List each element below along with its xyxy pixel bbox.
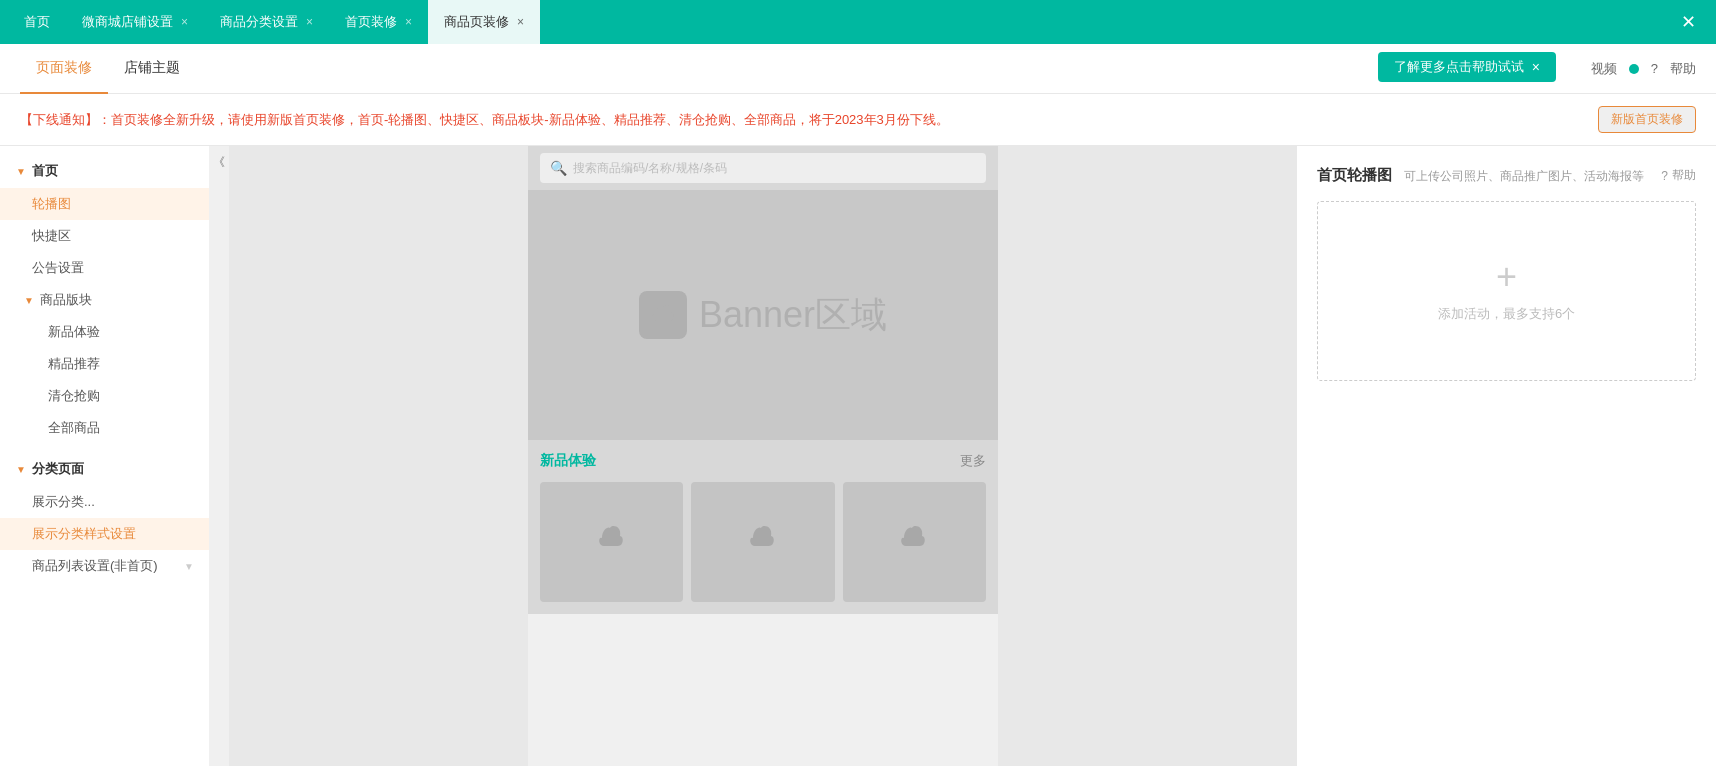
tab-bar: 首页 微商城店铺设置 × 商品分类设置 × 首页装修 × 商品页装修 × ✕ — [0, 0, 1716, 44]
dot-icon — [1629, 64, 1639, 74]
home-arrow-icon: ▼ — [16, 166, 26, 177]
phone-preview: 🔍 搜索商品编码/名称/规格/条码 Banner区域 — [528, 146, 998, 766]
main-layout: ▼ 首页 轮播图 快捷区 公告设置 ▼ 商品版块 新品体验 精品推荐 — [0, 146, 1716, 766]
help-icon: ? — [1651, 61, 1658, 76]
product-card-icon-1 — [592, 518, 632, 566]
sidebar-section-home[interactable]: ▼ 首页 — [0, 154, 210, 188]
product-list-arrow-icon: ▼ — [184, 561, 194, 572]
tab-product-category-close[interactable]: × — [306, 15, 313, 29]
tab-product-decor-close[interactable]: × — [517, 15, 524, 29]
tab-product-decor[interactable]: 商品页装修 × — [428, 0, 540, 44]
right-panel-title: 首页轮播图 — [1317, 166, 1392, 183]
sidebar-subsection-product-block[interactable]: ▼ 商品版块 — [0, 284, 210, 316]
right-panel-header: 首页轮播图 可上传公司照片、商品推广图片、活动海报等 ? 帮助 — [1317, 166, 1696, 185]
product-section: 新品体验 更多 — [528, 440, 998, 614]
sidebar-item-announcement[interactable]: 公告设置 — [0, 252, 210, 284]
product-section-title: 新品体验 — [540, 452, 596, 470]
sub-tab-page-decor[interactable]: 页面装修 — [20, 44, 108, 94]
right-panel-help[interactable]: ? 帮助 — [1661, 167, 1696, 184]
banner-brand-icon — [639, 291, 687, 339]
collapse-icon: 《 — [213, 154, 225, 171]
help-circle-icon: ? — [1661, 169, 1668, 183]
notice-bar: 【下线通知】：首页装修全新升级，请使用新版首页装修，首页-轮播图、快捷区、商品板… — [0, 94, 1716, 146]
add-banner-box[interactable]: + 添加活动，最多支持6个 — [1317, 201, 1696, 381]
sidebar-item-carousel[interactable]: 轮播图 — [0, 188, 210, 220]
help-banner-text: 了解更多点击帮助试试 — [1394, 58, 1524, 76]
sidebar-item-show-category[interactable]: 展示分类... — [0, 486, 210, 518]
banner-label: Banner区域 — [639, 291, 887, 340]
sub-tab-store-theme[interactable]: 店铺主题 — [108, 44, 196, 94]
product-card-1 — [540, 482, 683, 602]
tab-home-decor-close[interactable]: × — [405, 15, 412, 29]
help-banner-close[interactable]: × — [1532, 59, 1540, 75]
tab-home[interactable]: 首页 — [8, 0, 66, 44]
help-right-label[interactable]: 帮助 — [1670, 60, 1696, 78]
right-panel-title-group: 首页轮播图 可上传公司照片、商品推广图片、活动海报等 — [1317, 166, 1644, 185]
sidebar-item-all-products[interactable]: 全部商品 — [0, 412, 210, 444]
help-banner: 了解更多点击帮助试试 × — [1378, 52, 1556, 82]
product-card-icon-3 — [894, 518, 934, 566]
tab-product-category[interactable]: 商品分类设置 × — [204, 0, 329, 44]
sidebar-collapse-button[interactable]: 《 — [209, 146, 229, 766]
sidebar-item-new-exp[interactable]: 新品体验 — [0, 316, 210, 348]
sidebar: ▼ 首页 轮播图 快捷区 公告设置 ▼ 商品版块 新品体验 精品推荐 — [0, 146, 230, 766]
add-plus-icon: + — [1496, 259, 1517, 295]
product-block-arrow-icon: ▼ — [24, 295, 34, 306]
sub-tab-bar: 页面装修 店铺主题 了解更多点击帮助试试 × 视频 ? 帮助 — [0, 44, 1716, 94]
sidebar-item-shortcuts[interactable]: 快捷区 — [0, 220, 210, 252]
sub-tab-right: 视频 ? 帮助 — [1591, 60, 1696, 78]
window-close-button[interactable]: ✕ — [1669, 11, 1708, 33]
tab-store-settings[interactable]: 微商城店铺设置 × — [66, 0, 204, 44]
center-preview: 🔍 搜索商品编码/名称/规格/条码 Banner区域 — [230, 146, 1296, 766]
product-card-icon-2 — [743, 518, 783, 566]
sidebar-item-featured[interactable]: 精品推荐 — [0, 348, 210, 380]
banner-area[interactable]: Banner区域 — [528, 190, 998, 440]
search-icon: 🔍 — [550, 160, 567, 176]
product-section-header: 新品体验 更多 — [540, 452, 986, 470]
product-grid — [540, 482, 986, 602]
preview-search-bar: 🔍 搜索商品编码/名称/规格/条码 — [528, 146, 998, 190]
right-panel-subtitle: 可上传公司照片、商品推广图片、活动海报等 — [1404, 169, 1644, 183]
sidebar-item-category-style[interactable]: 展示分类样式设置 — [0, 518, 210, 550]
sidebar-item-product-list[interactable]: 商品列表设置(非首页) ▼ — [0, 550, 210, 582]
right-panel: 首页轮播图 可上传公司照片、商品推广图片、活动海报等 ? 帮助 + 添加活动，最… — [1296, 146, 1716, 766]
product-section-more: 更多 — [960, 452, 986, 470]
category-arrow-icon: ▼ — [16, 464, 26, 475]
add-banner-text: 添加活动，最多支持6个 — [1438, 305, 1575, 323]
product-card-2 — [691, 482, 834, 602]
notice-text: 【下线通知】：首页装修全新升级，请使用新版首页装修，首页-轮播图、快捷区、商品板… — [20, 111, 949, 129]
preview-search-box: 🔍 搜索商品编码/名称/规格/条码 — [540, 153, 986, 183]
sidebar-section-category[interactable]: ▼ 分类页面 — [0, 452, 210, 486]
video-label[interactable]: 视频 — [1591, 60, 1617, 78]
search-placeholder: 搜索商品编码/名称/规格/条码 — [573, 160, 727, 177]
new-home-decor-button[interactable]: 新版首页装修 — [1598, 106, 1696, 133]
product-card-3 — [843, 482, 986, 602]
tab-store-settings-close[interactable]: × — [181, 15, 188, 29]
right-panel-help-label: 帮助 — [1672, 167, 1696, 184]
sidebar-item-clearance[interactable]: 清仓抢购 — [0, 380, 210, 412]
tab-home-decor[interactable]: 首页装修 × — [329, 0, 428, 44]
